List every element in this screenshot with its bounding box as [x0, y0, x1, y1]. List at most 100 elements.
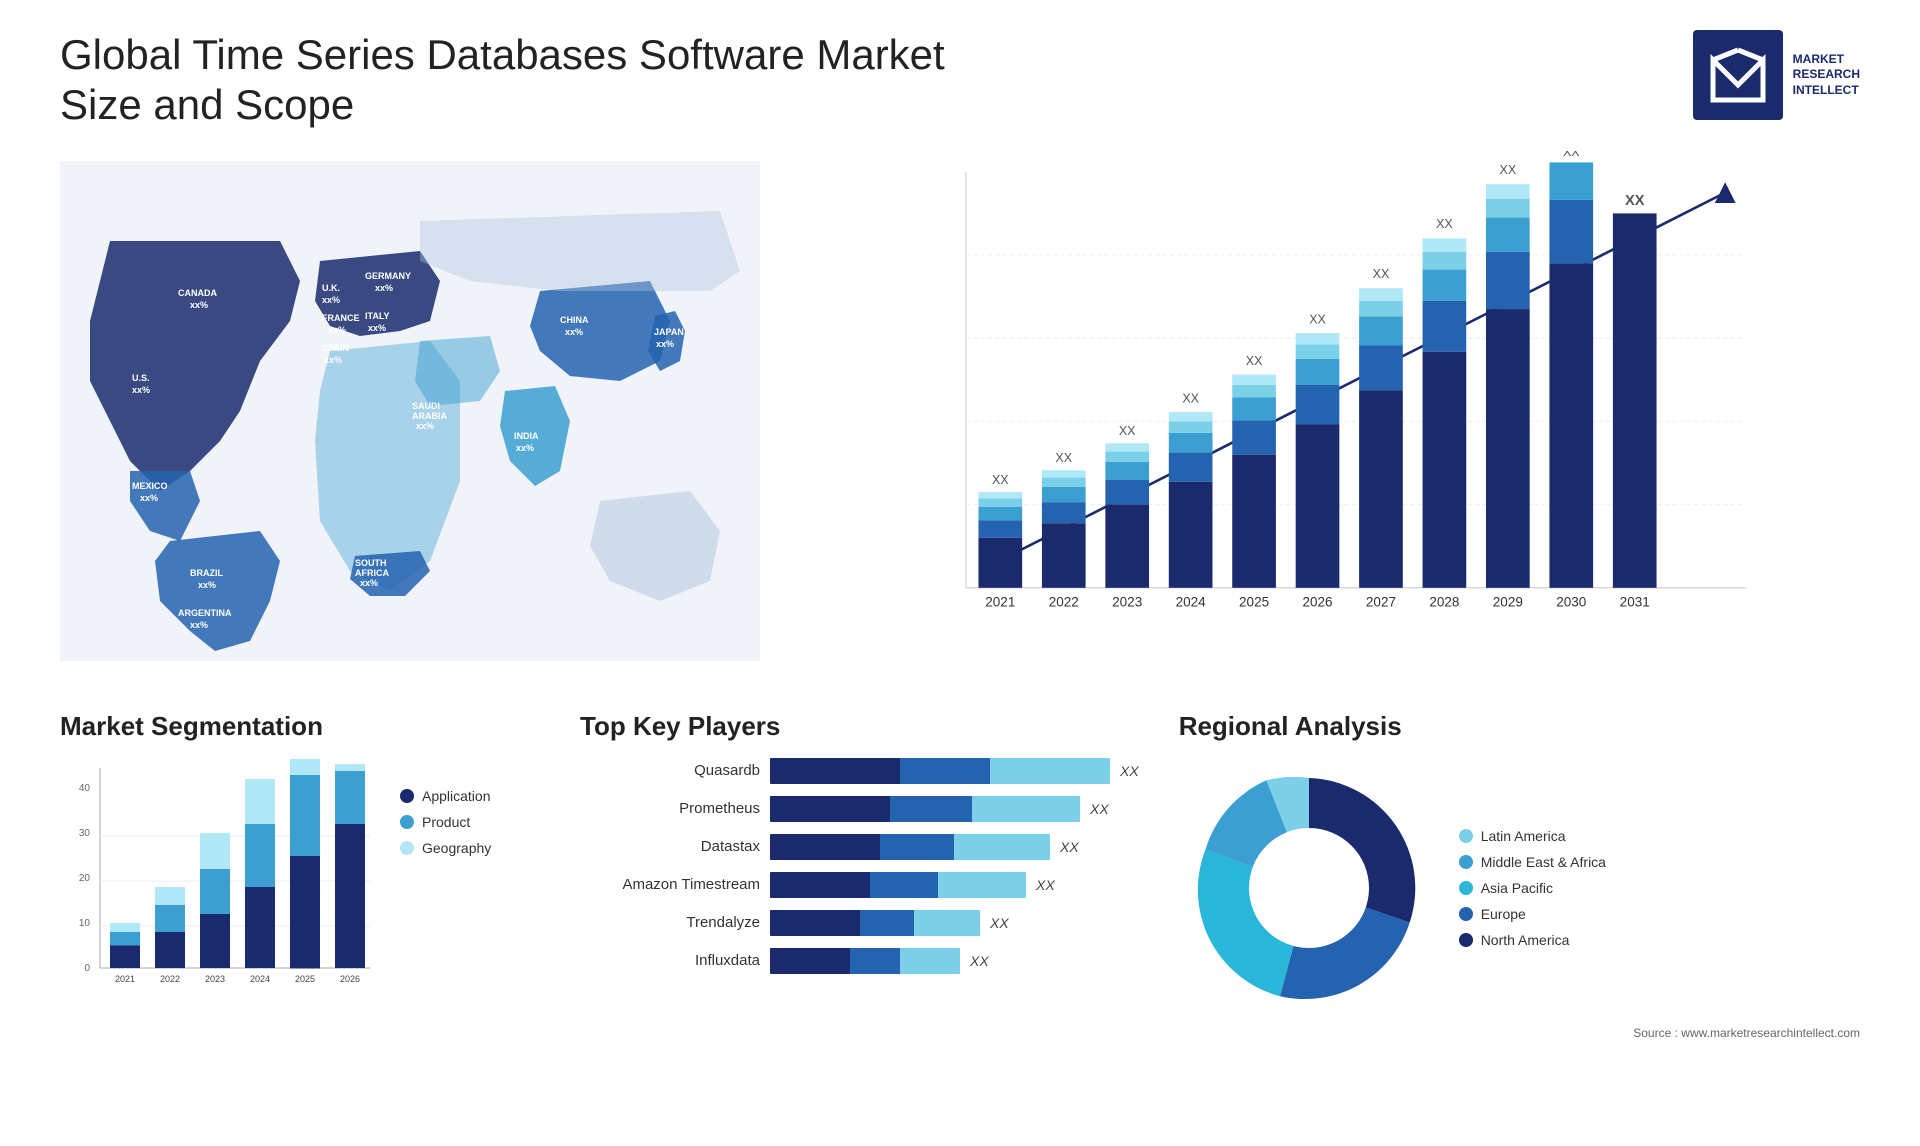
player-val-influxdata: XX — [970, 953, 989, 969]
canada-val: xx% — [190, 300, 208, 310]
na-dot — [1459, 933, 1473, 947]
china-label: CHINA — [560, 315, 589, 325]
na-label: North America — [1481, 932, 1570, 948]
map-container: CANADA xx% U.S. xx% MEXICO xx% BRAZIL xx… — [60, 151, 760, 671]
geo-label: Geography — [422, 840, 491, 856]
svg-text:10: 10 — [79, 918, 91, 929]
india-label: INDIA — [514, 431, 539, 441]
player-name-datastax: Datastax — [580, 838, 760, 855]
player-val-prometheus: XX — [1090, 801, 1109, 817]
mea-dot — [1459, 855, 1473, 869]
key-players-title: Top Key Players — [580, 711, 1139, 742]
europe-label: Europe — [1481, 906, 1526, 922]
player-val-datastax: XX — [1060, 839, 1079, 855]
svg-text:XX: XX — [992, 473, 1009, 487]
brazil-label: BRAZIL — [190, 568, 223, 578]
us-val: xx% — [132, 385, 150, 395]
app-label: Application — [422, 788, 491, 804]
saudi-val: xx% — [416, 421, 434, 431]
india-val: xx% — [516, 443, 534, 453]
argentina-val: xx% — [190, 620, 208, 630]
player-name-amazon: Amazon Timestream — [580, 876, 760, 893]
svg-text:XX: XX — [1436, 217, 1453, 231]
legend-geography: Geography — [400, 840, 491, 856]
donut-wrap: Latin America Middle East & Africa Asia … — [1179, 758, 1860, 1018]
app-dot — [400, 789, 414, 803]
logo-box — [1693, 30, 1783, 120]
svg-text:2026: 2026 — [1302, 594, 1332, 609]
svg-text:2025: 2025 — [1239, 594, 1269, 609]
svg-text:XX: XX — [1246, 354, 1263, 368]
key-players-area: Top Key Players Quasardb XX Prometheus — [580, 711, 1139, 1040]
svg-text:2022: 2022 — [160, 974, 180, 984]
bottom-section: Market Segmentation 0 10 20 30 40 — [60, 711, 1860, 1040]
player-quasardb: Quasardb XX — [580, 758, 1139, 784]
southafrica-label2: AFRICA — [355, 568, 389, 578]
segmentation-chart: 0 10 20 30 40 2021 — [60, 758, 380, 1018]
germany-val: xx% — [375, 283, 393, 293]
chart-container: XX 2021 XX 2022 XX 2023 — [800, 151, 1860, 671]
svg-text:2026: 2026 — [340, 974, 360, 984]
southafrica-label: SOUTH — [355, 558, 387, 568]
source-text: Source : www.marketresearchintellect.com — [1179, 1026, 1860, 1040]
legend-latin: Latin America — [1459, 828, 1606, 844]
players-list: Quasardb XX Prometheus — [580, 758, 1139, 974]
player-name-quasardb: Quasardb — [580, 762, 760, 779]
mea-label: Middle East & Africa — [1481, 854, 1606, 870]
player-amazon: Amazon Timestream XX — [580, 872, 1139, 898]
segmentation-title: Market Segmentation — [60, 711, 540, 742]
player-bar-prometheus: XX — [770, 796, 1139, 822]
player-name-prometheus: Prometheus — [580, 800, 760, 817]
saudi-label: SAUDI — [412, 401, 440, 411]
svg-text:2021: 2021 — [985, 594, 1015, 609]
apac-dot — [1459, 881, 1473, 895]
regional-legend: Latin America Middle East & Africa Asia … — [1459, 828, 1606, 948]
growth-chart: XX 2021 XX 2022 XX 2023 — [800, 151, 1860, 671]
top-section: CANADA xx% U.S. xx% MEXICO xx% BRAZIL xx… — [60, 151, 1860, 671]
svg-text:30: 30 — [79, 828, 91, 839]
southafrica-val: xx% — [360, 578, 378, 588]
svg-text:40: 40 — [79, 783, 91, 794]
logo-icon — [1708, 45, 1768, 105]
legend-apac: Asia Pacific — [1459, 880, 1606, 896]
italy-val: xx% — [368, 323, 386, 333]
svg-text:XX: XX — [1119, 424, 1136, 438]
logo-area: MARKET RESEARCH INTELLECT — [1693, 30, 1860, 120]
legend-product: Product — [400, 814, 491, 830]
canada-label: CANADA — [178, 288, 217, 298]
china-val: xx% — [565, 327, 583, 337]
svg-text:2024: 2024 — [250, 974, 270, 984]
svg-text:2021: 2021 — [115, 974, 135, 984]
svg-text:XX: XX — [1055, 451, 1072, 465]
player-name-influxdata: Influxdata — [580, 952, 760, 969]
prod-label: Product — [422, 814, 470, 830]
spain-val: xx% — [324, 355, 342, 365]
svg-text:2023: 2023 — [205, 974, 225, 984]
player-bar-trendalyze: XX — [770, 910, 1139, 936]
saudi-label2: ARABIA — [412, 411, 447, 421]
latin-dot — [1459, 829, 1473, 843]
player-bar-datastax: XX — [770, 834, 1139, 860]
segmentation-content: 0 10 20 30 40 2021 — [60, 758, 540, 1018]
prod-dot — [400, 815, 414, 829]
uk-label: U.K. — [322, 283, 340, 293]
germany-label: GERMANY — [365, 271, 411, 281]
svg-text:2023: 2023 — [1112, 594, 1142, 609]
svg-text:2031: 2031 — [1620, 594, 1650, 609]
player-val-amazon: XX — [1036, 877, 1055, 893]
legend-na: North America — [1459, 932, 1606, 948]
svg-text:2025: 2025 — [295, 974, 315, 984]
player-datastax: Datastax XX — [580, 834, 1139, 860]
svg-text:XX: XX — [1563, 151, 1580, 159]
italy-label: ITALY — [365, 311, 390, 321]
player-bar-amazon: XX — [770, 872, 1139, 898]
uk-val: xx% — [322, 295, 340, 305]
svg-text:2022: 2022 — [1049, 594, 1079, 609]
svg-text:XX: XX — [1625, 193, 1645, 209]
svg-text:XX: XX — [1500, 163, 1517, 177]
player-prometheus: Prometheus XX — [580, 796, 1139, 822]
mexico-val: xx% — [140, 493, 158, 503]
player-influxdata: Influxdata XX — [580, 948, 1139, 974]
svg-text:0: 0 — [84, 963, 90, 974]
svg-text:XX: XX — [1182, 391, 1199, 405]
